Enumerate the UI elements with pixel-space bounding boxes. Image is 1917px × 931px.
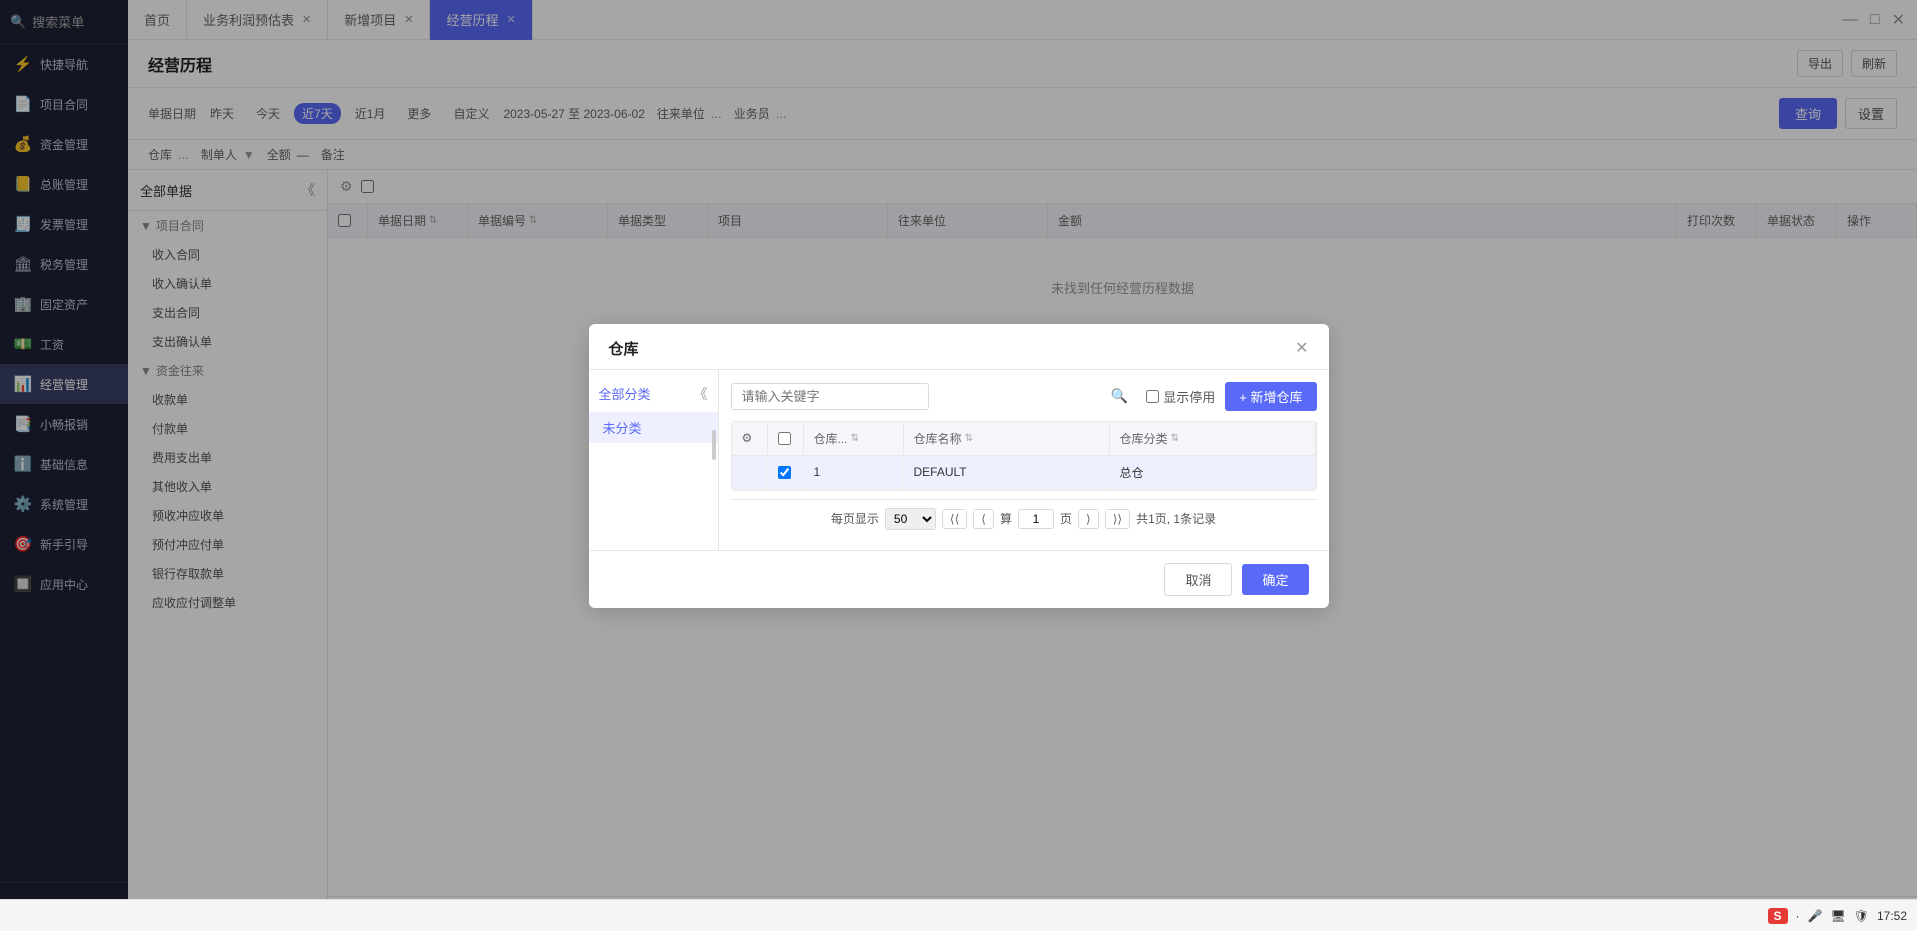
taskbar-time: 17:52 bbox=[1877, 909, 1907, 923]
taskbar: S · 🎤 🖥 🛡 17:52 bbox=[0, 899, 1917, 931]
modal-col-settings: ⚙ bbox=[732, 422, 768, 455]
row-name-cell: 总仓 bbox=[1110, 456, 1316, 489]
row-num: 1 bbox=[814, 465, 821, 479]
modal-pagination: 每页显示 50 100 ⟨⟨ ⟨ 算 页 ⟩ ⟩⟩ 共1页, 1条记录 bbox=[731, 499, 1317, 538]
modal-page-input[interactable] bbox=[1018, 509, 1054, 529]
row-checkbox[interactable] bbox=[778, 466, 791, 479]
modal-body: 全部分类 《 未分类 🔍 显示停用 bbox=[589, 370, 1329, 550]
modal-all-category-btn[interactable]: 全部分类 bbox=[599, 384, 651, 403]
warehouse-modal: 仓库 ✕ 全部分类 《 未分类 🔍 bbox=[589, 324, 1329, 608]
search-input-wrapper: 🔍 bbox=[731, 383, 1137, 410]
modal-header: 仓库 ✕ bbox=[589, 324, 1329, 370]
search-icon: 🔍 bbox=[1111, 388, 1128, 405]
modal-col-checkbox bbox=[768, 422, 804, 455]
sort-icon-code[interactable]: ⇅ bbox=[851, 433, 859, 444]
modal-right-panel: 🔍 显示停用 + 新增仓库 ⚙ bbox=[719, 370, 1329, 550]
show-disabled-text: 显示停用 bbox=[1163, 387, 1215, 406]
modal-overlay: 仓库 ✕ 全部分类 《 未分类 🔍 bbox=[0, 0, 1917, 931]
modal-footer: 取消 确定 bbox=[589, 550, 1329, 608]
row-checkbox-cell bbox=[768, 456, 804, 489]
cancel-btn[interactable]: 取消 bbox=[1164, 563, 1232, 596]
col-code-label: 仓库... bbox=[814, 430, 848, 447]
modal-table-header: ⚙ 仓库... ⇅ 仓库名称 ⇅ bbox=[732, 422, 1316, 456]
modal-close-btn[interactable]: ✕ bbox=[1295, 338, 1308, 358]
row-num-cell: 1 bbox=[804, 456, 904, 489]
col-category-label: 仓库分类 bbox=[1120, 430, 1168, 447]
row-code: DEFAULT bbox=[914, 465, 967, 479]
modal-last-page-btn[interactable]: ⟩⟩ bbox=[1105, 509, 1130, 529]
modal-first-page-btn[interactable]: ⟨⟨ bbox=[942, 509, 967, 529]
sort-icon-name[interactable]: ⇅ bbox=[965, 433, 973, 444]
modal-prev-page-btn[interactable]: ⟨ bbox=[973, 509, 994, 529]
add-warehouse-btn[interactable]: + 新增仓库 bbox=[1225, 382, 1316, 411]
taskbar-screen-icon: 🖥 bbox=[1831, 909, 1846, 923]
modal-left-panel: 全部分类 《 未分类 bbox=[589, 370, 719, 550]
confirm-btn[interactable]: 确定 bbox=[1242, 564, 1308, 595]
show-disabled-label: 显示停用 bbox=[1146, 387, 1215, 406]
taskbar-mic-icon: 🎤 bbox=[1808, 909, 1823, 923]
modal-page-label: 算 bbox=[1000, 510, 1012, 527]
sort-icon-category[interactable]: ⇅ bbox=[1171, 433, 1179, 444]
modal-table-row[interactable]: 1 DEFAULT 总仓 bbox=[732, 456, 1316, 490]
modal-left-item-uncategorized[interactable]: 未分类 bbox=[589, 412, 718, 443]
taskbar-right: S · 🎤 🖥 🛡 17:52 bbox=[1768, 908, 1907, 924]
modal-left-collapse-btn[interactable]: 《 bbox=[694, 384, 708, 404]
modal-col-name: 仓库名称 ⇅ bbox=[904, 422, 1110, 455]
row-code-cell: DEFAULT bbox=[904, 456, 1110, 489]
left-scrollbar bbox=[712, 430, 716, 460]
modal-col-code: 仓库... ⇅ bbox=[804, 422, 904, 455]
warehouse-search-input[interactable] bbox=[731, 383, 929, 410]
taskbar-logo: S bbox=[1768, 908, 1788, 924]
modal-per-page-label: 每页显示 bbox=[831, 510, 879, 527]
show-disabled-checkbox[interactable] bbox=[1146, 390, 1159, 403]
modal-next-page-btn[interactable]: ⟩ bbox=[1078, 509, 1099, 529]
row-settings-cell bbox=[732, 456, 768, 489]
modal-left-header: 全部分类 《 bbox=[589, 380, 718, 412]
modal-warehouse-table: ⚙ 仓库... ⇅ 仓库名称 ⇅ bbox=[731, 421, 1317, 491]
taskbar-shield-icon: 🛡 bbox=[1854, 909, 1869, 923]
col-name-label: 仓库名称 bbox=[914, 430, 962, 447]
modal-title: 仓库 bbox=[609, 338, 639, 359]
modal-per-page-select[interactable]: 50 100 bbox=[885, 508, 936, 530]
modal-page-suffix: 页 bbox=[1060, 510, 1072, 527]
row-name: 总仓 bbox=[1120, 464, 1144, 481]
modal-col-category: 仓库分类 ⇅ bbox=[1110, 422, 1316, 455]
col-gear-icon[interactable]: ⚙ bbox=[742, 431, 753, 445]
taskbar-dot-icon: · bbox=[1796, 909, 1800, 923]
modal-search-row: 🔍 显示停用 + 新增仓库 bbox=[731, 382, 1317, 411]
modal-header-checkbox[interactable] bbox=[778, 432, 791, 445]
modal-total-label: 共1页, 1条记录 bbox=[1136, 510, 1216, 527]
